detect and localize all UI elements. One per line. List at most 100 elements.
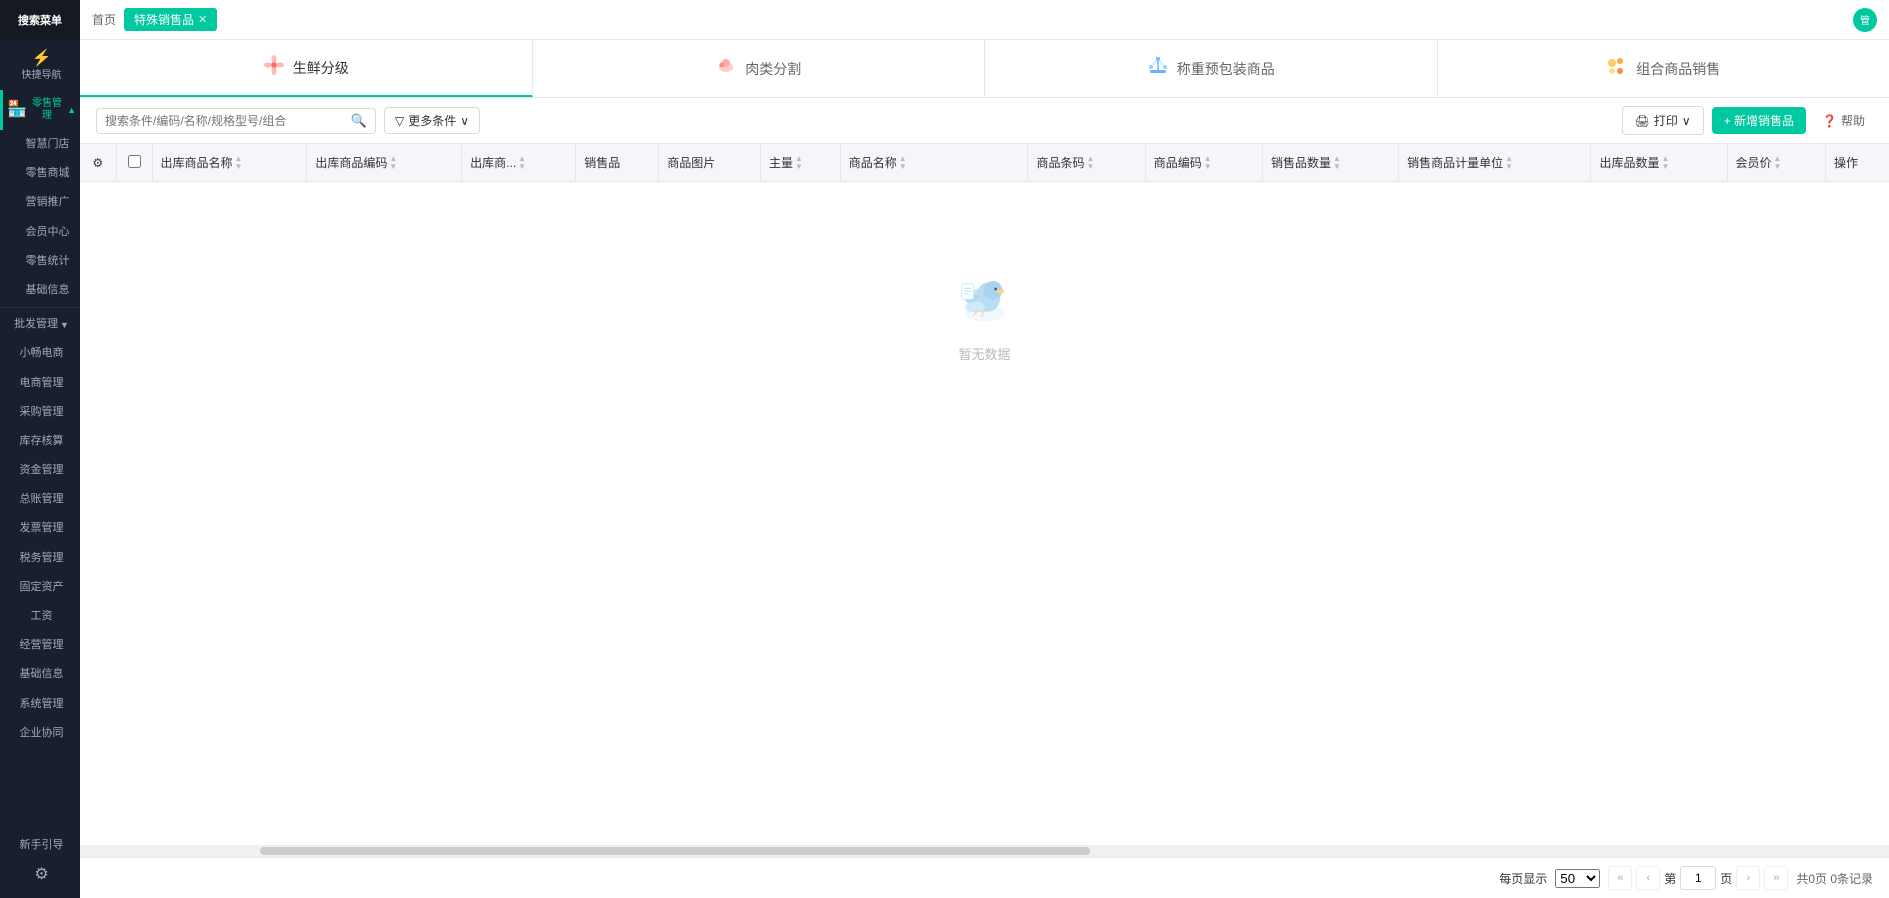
sidebar-item-finance[interactable]: 资金管理 <box>0 456 80 485</box>
col-checkbox[interactable] <box>116 144 152 182</box>
sidebar-item-basic-info2[interactable]: 基础信息 <box>0 660 80 689</box>
sort-arrows-product-name[interactable]: ▲▼ <box>899 155 907 171</box>
col-product-img-label: 商品图片 <box>667 156 715 170</box>
col-product-barcode: 商品条码 ▲▼ <box>1028 144 1145 182</box>
cat-tab-fresh[interactable]: 生鲜分级 <box>80 40 533 97</box>
prev-page-button[interactable]: ‹ <box>1636 866 1660 890</box>
close-tab-icon[interactable]: ✕ <box>198 13 207 26</box>
breadcrumb-home[interactable]: 首页 <box>92 11 116 28</box>
sidebar-item-purchase-mgmt[interactable]: 采购管理 <box>0 398 80 427</box>
sidebar-item-member-center[interactable]: 会员中心 <box>0 218 80 247</box>
pagination: 每页显示 10 20 50 100 « ‹ 第 页 › » 共0页 0条记录 <box>80 857 1889 898</box>
fixed-assets-label: 固定资产 <box>20 581 64 594</box>
new-button[interactable]: + 新增销售品 <box>1712 107 1806 134</box>
horizontal-scrollbar[interactable] <box>80 845 1889 857</box>
member-center-label: 会员中心 <box>26 226 70 239</box>
sort-arrows-product-code[interactable]: ▲▼ <box>1204 155 1212 171</box>
sidebar-item-newbie[interactable]: 新手引导 <box>13 835 68 856</box>
search-input[interactable] <box>105 114 347 128</box>
sort-arrows-out-qty[interactable]: ▲▼ <box>1661 155 1669 171</box>
next-page-button[interactable]: › <box>1736 866 1760 890</box>
empty-text: 暂无数据 <box>958 344 1010 363</box>
sidebar-item-tax-mgmt[interactable]: 税务管理 <box>0 544 80 573</box>
sidebar-item-retail-mall[interactable]: 零售商城 <box>0 159 80 188</box>
cat-tab-scale-label: 称重预包装商品 <box>1177 59 1275 79</box>
sort-arrows-product-barcode[interactable]: ▲▼ <box>1087 155 1095 171</box>
wholesale-mgmt-label: 批发管理 <box>14 318 58 331</box>
sidebar-item-ops-mgmt[interactable]: 经营管理 <box>0 631 80 660</box>
tax-mgmt-label: 税务管理 <box>20 552 64 565</box>
col-operation: 操作 <box>1825 144 1889 182</box>
filter-icon: ▽ <box>395 114 404 128</box>
print-button[interactable]: 🖨 打印 ∨ <box>1622 106 1704 135</box>
sidebar-item-promo[interactable]: 营销推广 <box>0 188 80 217</box>
category-tabs: 生鲜分级 肉类分割 <box>80 40 1889 98</box>
col-out-code: 出库商品编码 ▲▼ <box>307 144 462 182</box>
sidebar-item-invoice-mgmt[interactable]: 发票管理 <box>0 514 80 543</box>
cat-tab-scale[interactable]: 称重预包装商品 <box>985 40 1438 97</box>
search-icon[interactable]: 🔍 <box>351 113 367 129</box>
cat-tab-meat-label: 肉类分割 <box>745 59 801 79</box>
combo-icon <box>1606 55 1628 82</box>
top-bar: 首页 特殊销售品 ✕ 管 <box>80 0 1889 40</box>
first-page-button[interactable]: « <box>1608 866 1632 890</box>
sidebar-item-general-ledger[interactable]: 总账管理 <box>0 485 80 514</box>
smart-store-label: 智慧门店 <box>26 138 70 151</box>
sidebar-item-settings[interactable]: ⚙ <box>27 860 52 890</box>
sort-arrows-sale-qty[interactable]: ▲▼ <box>1333 155 1341 171</box>
sort-arrows-out-spec[interactable]: ▲▼ <box>518 155 526 171</box>
col-sale-unit-label: 销售商品计量单位 <box>1407 154 1503 171</box>
page-nav: « ‹ 第 页 › » <box>1608 866 1788 890</box>
promo-label: 营销推广 <box>26 196 70 209</box>
corp-agreement-label: 企业协同 <box>20 727 64 740</box>
sidebar-item-ecom-mgmt[interactable]: 电商管理 <box>0 369 80 398</box>
sidebar-item-salary[interactable]: 工资 <box>0 602 80 631</box>
sidebar-item-smart-store[interactable]: 智慧门店 <box>0 130 80 159</box>
sort-arrows-out-code[interactable]: ▲▼ <box>389 155 397 171</box>
active-tab-chip[interactable]: 特殊销售品 ✕ <box>124 8 217 31</box>
per-page-select[interactable]: 10 20 50 100 <box>1555 869 1600 888</box>
sidebar-logo[interactable]: 搜索菜单 <box>0 0 80 40</box>
empty-state: 暂无数据 <box>80 182 1889 443</box>
sidebar-item-retail-mgmt[interactable]: 🏪 零售管理 ▲ <box>0 90 80 130</box>
sidebar-item-basic-info[interactable]: 基础信息 <box>0 276 80 305</box>
table-container: ⚙ 出库商品名称 ▲▼ 出库 <box>80 144 1889 845</box>
sort-arrows-main-weight[interactable]: ▲▼ <box>795 155 803 171</box>
sidebar-item-fixed-assets[interactable]: 固定资产 <box>0 573 80 602</box>
sidebar-item-corp-agreement[interactable]: 企业协同 <box>0 719 80 748</box>
last-page-button[interactable]: » <box>1764 866 1788 890</box>
select-all-checkbox[interactable] <box>128 155 141 168</box>
newbie-label: 新手引导 <box>20 839 64 852</box>
sidebar-item-wholesale-mgmt[interactable]: 批发管理 ▼ <box>0 310 80 339</box>
meat-icon <box>715 55 737 82</box>
finance-label: 资金管理 <box>20 464 64 477</box>
settings-icon[interactable]: ⚙ <box>92 156 103 170</box>
sort-arrows-sale-unit[interactable]: ▲▼ <box>1505 155 1513 171</box>
user-avatar: 管 <box>1853 8 1877 32</box>
col-settings[interactable]: ⚙ <box>80 144 116 182</box>
sidebar-item-mini-ecom[interactable]: 小畅电商 <box>0 339 80 368</box>
col-sale-product-label: 销售品 <box>584 156 620 170</box>
page-number-input[interactable] <box>1680 866 1716 890</box>
main-content: 首页 特殊销售品 ✕ 管 <box>80 0 1889 898</box>
sort-arrows-member-price[interactable]: ▲▼ <box>1774 155 1782 171</box>
col-product-img: 商品图片 <box>659 144 761 182</box>
retail-stats-label: 零售统计 <box>26 255 70 268</box>
sidebar-item-quick-nav[interactable]: ⚡ 快捷导航 <box>0 40 80 90</box>
total-text: 共0页 0条记录 <box>1796 870 1873 887</box>
sidebar-item-sys-mgmt[interactable]: 系统管理 <box>0 690 80 719</box>
sidebar-item-inventory[interactable]: 库存核算 <box>0 427 80 456</box>
cat-tab-combo[interactable]: 组合商品销售 <box>1438 40 1889 97</box>
scrollbar-thumb[interactable] <box>260 847 1090 855</box>
settings-icon: ⚙ <box>34 864 48 884</box>
cat-tab-meat[interactable]: 肉类分割 <box>533 40 986 97</box>
col-product-code: 商品编码 ▲▼ <box>1145 144 1262 182</box>
filter-button[interactable]: ▽ 更多条件 ∨ <box>384 107 480 134</box>
col-out-qty-label: 出库品数量 <box>1599 154 1659 171</box>
help-button[interactable]: ❓ 帮助 <box>1814 107 1873 134</box>
data-table: ⚙ 出库商品名称 ▲▼ 出库 <box>80 144 1889 182</box>
sort-arrows-out-name[interactable]: ▲▼ <box>235 155 243 171</box>
sidebar-item-retail-stats[interactable]: 零售统计 <box>0 247 80 276</box>
sys-mgmt-label: 系统管理 <box>20 698 64 711</box>
scale-icon <box>1147 55 1169 82</box>
